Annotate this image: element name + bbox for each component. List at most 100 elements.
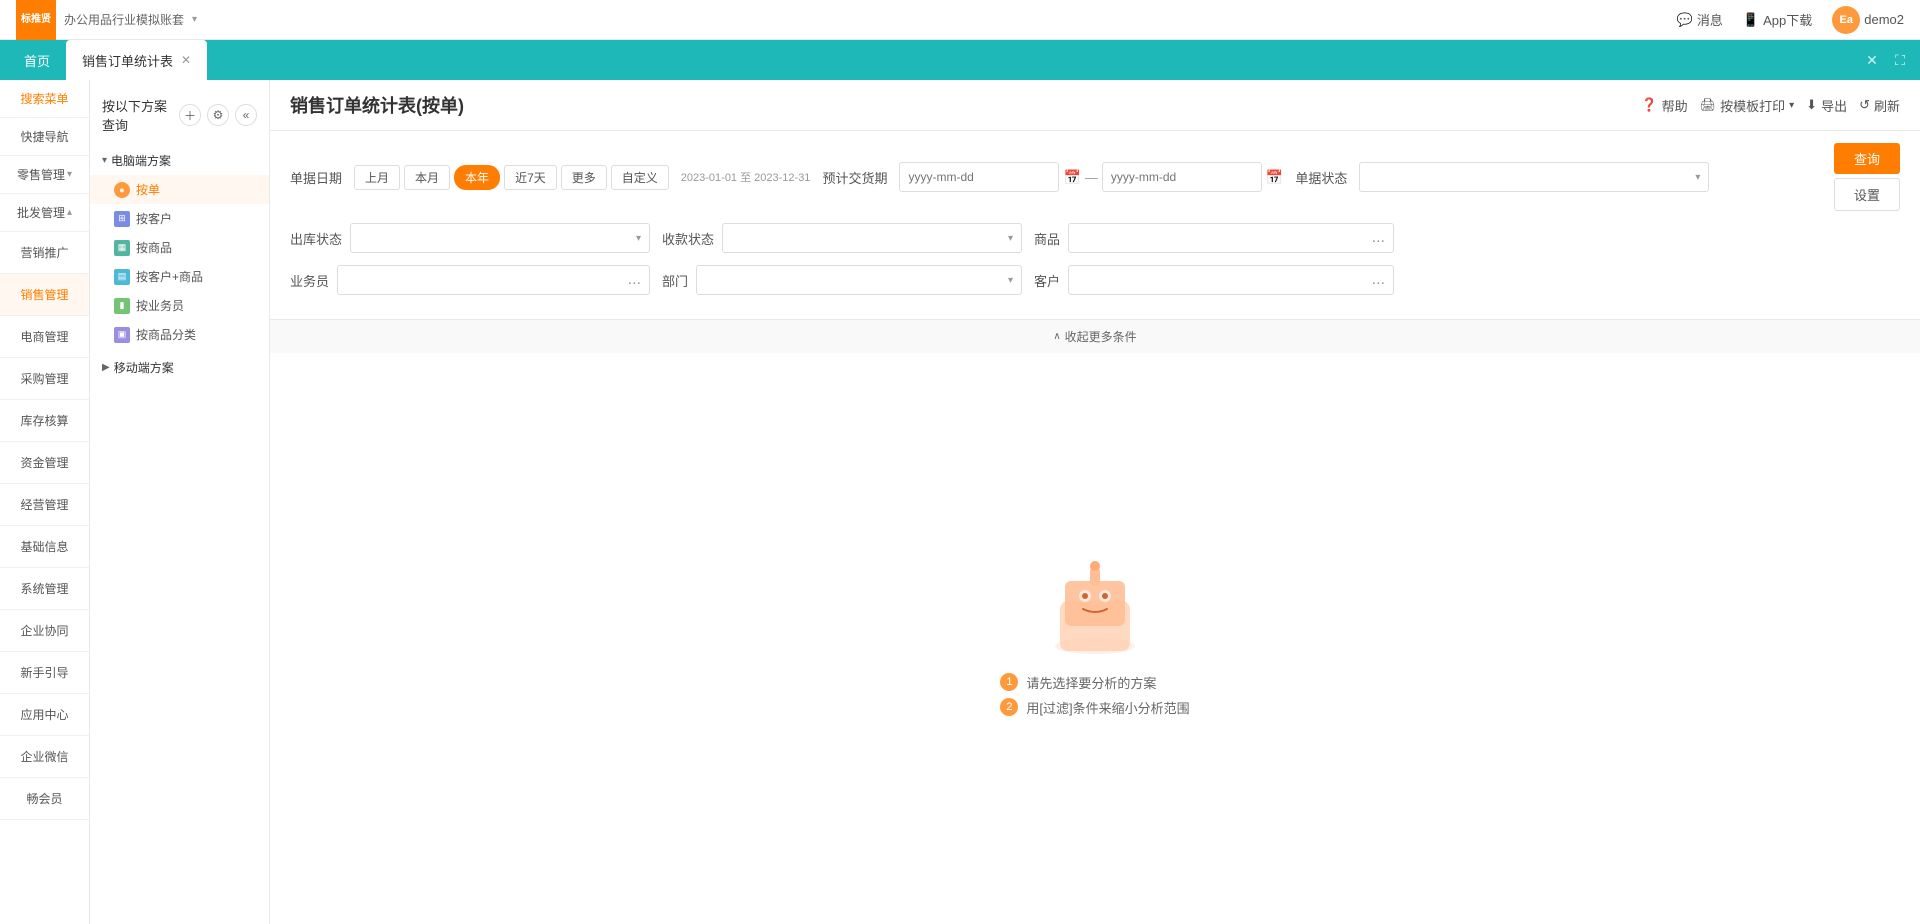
payment-status-label: 收款状态 xyxy=(662,229,714,248)
by-order-icon: ● xyxy=(114,182,130,198)
by-category-icon: ▣ xyxy=(114,327,130,343)
sidebar-item-wholesale[interactable]: 批发管理 ▴ xyxy=(0,194,89,232)
sidebar-member-label: 畅会员 xyxy=(26,790,62,807)
sidebar-item-inventory[interactable]: 库存核算 xyxy=(0,400,89,442)
payment-status-control[interactable]: ▾ xyxy=(722,223,1022,253)
sidebar-item-operations[interactable]: 经营管理 xyxy=(0,484,89,526)
panel-item-by-order[interactable]: ● 按单 xyxy=(90,175,269,204)
doc-status-arrow: ▾ xyxy=(1695,172,1700,183)
date-btn-this-year[interactable]: 本年 xyxy=(454,165,500,190)
top-bar-right: 💬 消息 📱 App下载 Ea demo2 xyxy=(1677,6,1904,34)
sidebar-item-search-menu[interactable]: 搜索菜单 xyxy=(0,80,89,118)
hint-num-2: 2 xyxy=(1000,698,1018,716)
tab-close-btn[interactable]: ✕ xyxy=(181,53,191,67)
tab-maximize-btn[interactable]: ⛶ xyxy=(1888,48,1912,72)
empty-area: 1 请先选择要分析的方案 2 用[过滤]条件来缩小分析范围 xyxy=(270,353,1920,924)
product-control[interactable]: ... xyxy=(1068,223,1394,253)
customer-control[interactable]: ... xyxy=(1068,265,1394,295)
left-panel-collapse-btn[interactable]: « xyxy=(235,104,257,126)
salesperson-control[interactable]: ... xyxy=(337,265,650,295)
sidebar-ecommerce-label: 电商管理 xyxy=(20,328,68,345)
filter-settings-btn[interactable]: 设置 xyxy=(1834,178,1900,211)
customer-dots[interactable]: ... xyxy=(1372,271,1385,289)
panel-item-by-order-label: 按单 xyxy=(136,181,160,198)
sidebar-app-center-label: 应用中心 xyxy=(20,706,68,723)
doc-status-select[interactable]: ▾ xyxy=(1359,162,1709,192)
sidebar-item-new-guide[interactable]: 新手引导 xyxy=(0,652,89,694)
export-icon: ⬇ xyxy=(1806,97,1817,113)
date-btn-more[interactable]: 更多 xyxy=(561,165,607,190)
cal-icon-end[interactable]: 📅 xyxy=(1266,169,1283,186)
export-btn[interactable]: ⬇ 导出 xyxy=(1806,96,1847,115)
sidebar-item-enterprise[interactable]: 企业协同 xyxy=(0,610,89,652)
sidebar-item-system[interactable]: 系统管理 xyxy=(0,568,89,610)
left-panel-add-btn[interactable]: ＋ xyxy=(179,104,201,126)
department-item: 部门 ▾ xyxy=(662,265,1022,295)
product-dots[interactable]: ... xyxy=(1372,229,1385,247)
message-icon: 💬 xyxy=(1677,12,1693,28)
help-icon: ❓ xyxy=(1641,97,1657,113)
content-area: 按以下方案查询 ＋ ⚙ « ▾ 电脑端方案 ● 按单 ⊞ xyxy=(90,80,1920,924)
salesperson-item: 业务员 ... xyxy=(290,265,650,295)
payment-status-arrow: ▾ xyxy=(1008,233,1013,244)
collapse-btn[interactable]: ∧ 收起更多条件 xyxy=(1053,328,1136,345)
print-btn[interactable]: 🖨 按模板打印 ▾ xyxy=(1700,96,1795,115)
sidebar-item-quick-nav[interactable]: 快捷导航 xyxy=(0,118,89,156)
sidebar-item-member[interactable]: 畅会员 xyxy=(0,778,89,820)
help-btn[interactable]: ❓ 帮助 xyxy=(1641,96,1687,115)
expected-delivery-end[interactable] xyxy=(1102,162,1262,192)
sidebar-item-wechat[interactable]: 企业微信 xyxy=(0,736,89,778)
query-btn[interactable]: 查询 xyxy=(1834,143,1900,174)
department-label: 部门 xyxy=(662,271,688,290)
sidebar: 搜索菜单 快捷导航 零售管理 ▾ 批发管理 ▴ 营销推广 销售管理 电商管理 采… xyxy=(0,80,90,924)
sidebar-item-purchase[interactable]: 采购管理 xyxy=(0,358,89,400)
left-panel-actions: ＋ ⚙ « xyxy=(179,104,257,126)
delivery-status-arrow: ▾ xyxy=(636,233,641,244)
app-dropdown-arrow[interactable]: ▾ xyxy=(192,14,197,25)
date-btn-this-month[interactable]: 本月 xyxy=(404,165,450,190)
tab-close-all-btn[interactable]: ✕ xyxy=(1860,48,1884,72)
left-panel-settings-btn[interactable]: ⚙ xyxy=(207,104,229,126)
panel-item-by-product[interactable]: ▦ 按商品 xyxy=(90,233,269,262)
date-btn-group: 上月 本月 本年 近7天 更多 自定义 xyxy=(354,165,669,190)
by-customer-icon: ⊞ xyxy=(114,211,130,227)
department-arrow: ▾ xyxy=(1008,275,1013,286)
panel-item-by-cust-prod-label: 按客户+商品 xyxy=(136,268,203,285)
salesperson-dots[interactable]: ... xyxy=(628,271,641,289)
refresh-btn[interactable]: ↺ 刷新 xyxy=(1859,96,1900,115)
refresh-icon: ↺ xyxy=(1859,97,1870,113)
app-download-btn[interactable]: 📱 App下载 xyxy=(1743,10,1812,29)
panel-item-by-staff[interactable]: ▮ 按业务员 xyxy=(90,291,269,320)
panel-section-pc-header[interactable]: ▾ 电脑端方案 xyxy=(90,146,269,175)
delivery-status-control[interactable]: ▾ xyxy=(350,223,650,253)
sidebar-item-sales[interactable]: 销售管理 xyxy=(0,274,89,316)
panel-item-by-category[interactable]: ▣ 按商品分类 xyxy=(90,320,269,349)
sidebar-system-label: 系统管理 xyxy=(20,580,68,597)
message-btn[interactable]: 💬 消息 xyxy=(1677,10,1723,29)
panel-item-by-customer[interactable]: ⊞ 按客户 xyxy=(90,204,269,233)
tab-sales-stat[interactable]: 销售订单统计表 ✕ xyxy=(66,40,207,80)
sidebar-item-retail[interactable]: 零售管理 ▾ xyxy=(0,156,89,194)
left-panel: 按以下方案查询 ＋ ⚙ « ▾ 电脑端方案 ● 按单 ⊞ xyxy=(90,80,270,924)
date-btn-7days[interactable]: 近7天 xyxy=(504,165,557,190)
empty-hint-2: 2 用[过滤]条件来缩小分析范围 xyxy=(1000,698,1189,717)
expected-delivery-start[interactable] xyxy=(899,162,1059,192)
sidebar-item-marketing[interactable]: 营销推广 xyxy=(0,232,89,274)
collapse-icon: ∧ xyxy=(1053,331,1060,342)
sidebar-item-ecommerce[interactable]: 电商管理 xyxy=(0,316,89,358)
date-btn-custom[interactable]: 自定义 xyxy=(611,165,669,190)
date-btn-last-month[interactable]: 上月 xyxy=(354,165,400,190)
panel-section-mobile-header[interactable]: ▶ 移动端方案 xyxy=(90,353,269,382)
tab-home[interactable]: 首页 xyxy=(8,40,66,80)
panel-item-by-cust-prod[interactable]: ▤ 按客户+商品 xyxy=(90,262,269,291)
top-bar-left: 标推贤 办公用品行业模拟账套 ▾ xyxy=(16,0,197,40)
sidebar-item-basic-info[interactable]: 基础信息 xyxy=(0,526,89,568)
empty-illustration xyxy=(1035,561,1155,661)
department-control[interactable]: ▾ xyxy=(696,265,1022,295)
by-staff-icon: ▮ xyxy=(114,298,130,314)
cal-icon-start[interactable]: 📅 xyxy=(1063,169,1080,186)
sidebar-item-app-center[interactable]: 应用中心 xyxy=(0,694,89,736)
panel-item-by-category-label: 按商品分类 xyxy=(136,326,196,343)
sidebar-item-finance[interactable]: 资金管理 xyxy=(0,442,89,484)
user-profile[interactable]: Ea demo2 xyxy=(1832,6,1904,34)
